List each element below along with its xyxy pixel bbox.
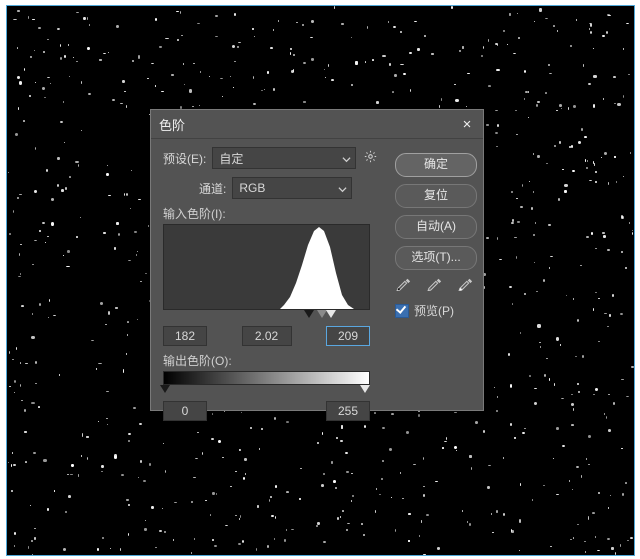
black-eyedropper-icon[interactable] [395, 277, 413, 294]
dialog-titlebar[interactable]: 色阶 × [151, 110, 483, 139]
channel-select[interactable]: RGB [232, 177, 352, 199]
output-white-field[interactable]: 255 [326, 401, 370, 421]
chevron-down-icon [338, 183, 347, 197]
shadow-slider[interactable] [304, 310, 314, 318]
reset-button[interactable]: 复位 [395, 184, 477, 208]
input-slider-track[interactable] [163, 310, 370, 324]
histogram [163, 224, 370, 310]
preview-label: 预览(P) [414, 302, 454, 319]
preset-label: 预设(E): [163, 150, 206, 167]
dialog-title: 色阶 [159, 115, 185, 134]
white-eyedropper-icon[interactable] [457, 277, 475, 294]
output-black-field[interactable]: 0 [163, 401, 207, 421]
preset-select[interactable]: 自定 [212, 147, 356, 169]
output-levels-label: 输出色阶(O): [163, 352, 483, 369]
output-slider-track[interactable] [163, 385, 370, 399]
close-icon[interactable]: × [459, 116, 475, 133]
ok-button[interactable]: 确定 [395, 153, 477, 177]
output-black-slider[interactable] [160, 385, 170, 393]
output-gradient [163, 371, 370, 385]
preview-checkbox-row[interactable]: 预览(P) [395, 302, 475, 319]
input-white-field[interactable]: 209 [326, 326, 370, 346]
auto-button[interactable]: 自动(A) [395, 215, 477, 239]
chevron-down-icon [342, 153, 351, 167]
channel-value: RGB [239, 181, 265, 195]
highlight-slider[interactable] [326, 310, 336, 318]
options-button[interactable]: 选项(T)... [395, 246, 477, 270]
gray-eyedropper-icon[interactable] [426, 277, 444, 294]
output-white-slider[interactable] [360, 385, 370, 393]
channel-label: 通道: [199, 180, 226, 197]
preview-checkbox[interactable] [395, 304, 409, 318]
gear-icon[interactable] [364, 150, 377, 166]
levels-dialog: 色阶 × 预设(E): 自定 通道: RGB 输入色阶(I): [150, 109, 484, 411]
input-gamma-field[interactable]: 2.02 [242, 326, 292, 346]
preset-value: 自定 [219, 150, 243, 167]
input-black-field[interactable]: 182 [163, 326, 207, 346]
